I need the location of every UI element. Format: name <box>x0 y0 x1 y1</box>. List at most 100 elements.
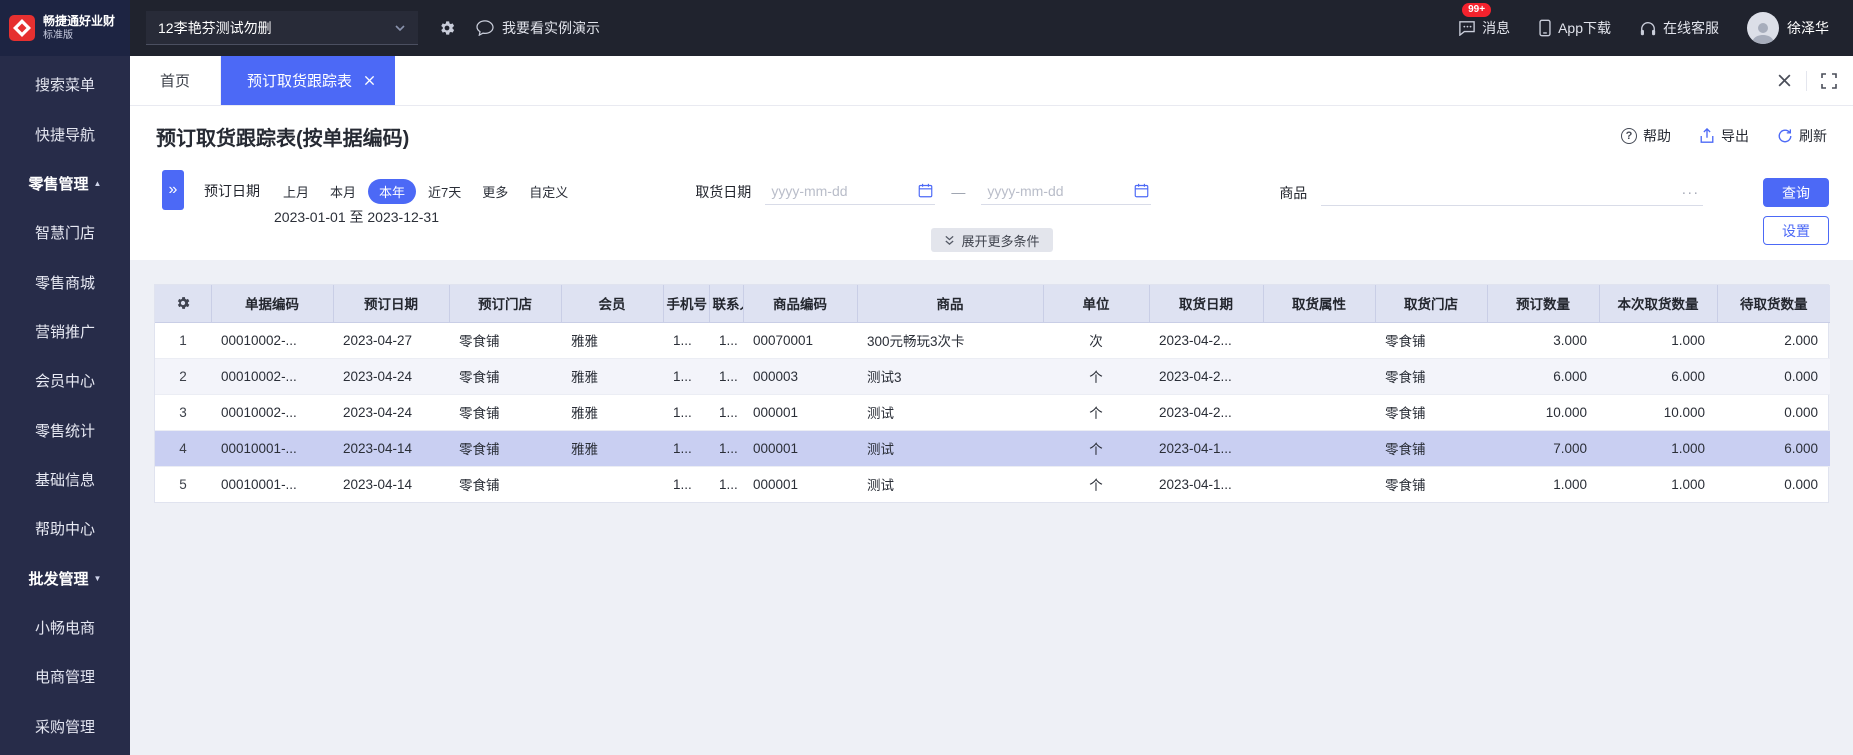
column-header[interactable]: 取货属性 <box>1263 285 1376 323</box>
cell: 1.000 <box>1599 322 1717 359</box>
fullscreen-icon[interactable] <box>1821 72 1837 89</box>
more-options-icon[interactable] <box>1681 184 1703 201</box>
cell: 2023-04-27 <box>333 322 449 359</box>
tab-close-icon[interactable] <box>364 75 375 86</box>
cell: 1... <box>709 322 743 359</box>
help-button[interactable]: 帮助 <box>1621 126 1671 146</box>
sidebar-item-批发管理[interactable]: 批发管理 ▼ <box>0 554 130 603</box>
brand-icon <box>9 15 35 41</box>
table-row[interactable]: 3 00010002-... 2023-04-24 零食铺 雅雅 1... 1... 0000… <box>155 394 1830 431</box>
user-menu[interactable]: 徐泽华 <box>1747 12 1829 44</box>
collapse-filters-button[interactable] <box>162 170 184 210</box>
sidebar-item-零售统计[interactable]: 零售统计 <box>0 406 130 455</box>
column-header[interactable]: 商品编码 <box>743 285 858 323</box>
sidebar-item-label: 零售管理 <box>28 175 89 193</box>
tab-home[interactable]: 首页 <box>130 56 222 105</box>
sidebar-item-label: 零售商城 <box>34 274 95 292</box>
avatar <box>1747 12 1779 44</box>
sidebar-item-快捷导航[interactable]: 快捷导航 <box>0 109 130 158</box>
cell: 1... <box>709 358 743 395</box>
column-header[interactable]: 本次取货数量 <box>1599 285 1718 323</box>
sidebar-item-label: 小畅电商 <box>34 620 95 638</box>
table-body: 1 00010002-... 2023-04-27 零食铺 雅雅 1... 1... 0007… <box>155 322 1830 502</box>
settings-button[interactable]: 设置 <box>1763 216 1829 245</box>
column-header[interactable]: 单据编码 <box>211 285 334 323</box>
quick-range-chip[interactable]: 上月 <box>274 179 318 204</box>
column-header[interactable]: 商品 <box>857 285 1044 323</box>
cell: 测试 <box>857 430 1043 467</box>
sidebar-item-营销推广[interactable]: 营销推广 <box>0 307 130 356</box>
sidebar-item-label: 采购管理 <box>34 718 95 736</box>
column-header[interactable]: 取货门店 <box>1375 285 1488 323</box>
sidebar-item-小畅电商[interactable]: 小畅电商 <box>0 603 130 652</box>
row-number: 4 <box>155 430 211 467</box>
sidebar-item-label: 基础信息 <box>34 472 95 490</box>
product-label: 商品 <box>1279 184 1308 201</box>
expand-more-conditions-button[interactable]: 展开更多条件 <box>930 228 1053 252</box>
sidebar-item-零售商城[interactable]: 零售商城 <box>0 257 130 306</box>
sidebar-item-采购管理[interactable]: 采购管理 <box>0 702 130 751</box>
search-button[interactable]: 查询 <box>1763 178 1829 207</box>
cell: 零食铺 <box>1375 322 1487 359</box>
phone-icon <box>1539 19 1551 37</box>
table-row[interactable]: 5 00010001-... 2023-04-14 零食铺 1... 1... 000001… <box>155 466 1830 502</box>
brand-name: 畅捷通好业财 <box>43 13 116 28</box>
column-header[interactable]: 会员 <box>561 285 664 323</box>
table-row[interactable]: 1 00010002-... 2023-04-27 零食铺 雅雅 1... 1... 0007… <box>155 322 1830 359</box>
table-row[interactable]: 2 00010002-... 2023-04-24 零食铺 雅雅 1... 1... 0000… <box>155 358 1830 395</box>
close-all-tabs-icon[interactable] <box>1777 73 1792 88</box>
cell: 00010002-... <box>211 322 333 359</box>
cell: 零食铺 <box>449 322 561 359</box>
quick-range-chip[interactable]: 近7天 <box>419 179 470 204</box>
quick-range-chip[interactable]: 更多 <box>473 179 517 204</box>
messages-button[interactable]: 99+ 消息 <box>1458 3 1510 38</box>
app-download-label: App下载 <box>1558 20 1611 36</box>
cell: 2023-04-14 <box>343 476 413 492</box>
column-header[interactable]: 待取货数量 <box>1717 285 1830 323</box>
sidebar-item-电商管理[interactable]: 电商管理 <box>0 652 130 701</box>
sidebar-item-搜索菜单[interactable]: 搜索菜单 <box>0 60 130 109</box>
cell: 10.000 <box>1599 394 1717 431</box>
pickup-date-start-input[interactable]: yyyy-mm-dd <box>765 180 936 205</box>
column-header[interactable]: 单位 <box>1043 285 1150 323</box>
expand-more-label: 展开更多条件 <box>961 233 1040 249</box>
online-service-button[interactable]: 在线客服 <box>1639 18 1719 38</box>
cell: 测试3 <box>857 358 1043 395</box>
sidebar-item-帮助中心[interactable]: 帮助中心 <box>0 504 130 553</box>
tabbar-right <box>1777 56 1853 105</box>
message-icon <box>1459 21 1475 36</box>
table-row[interactable]: 4 00010001-... 2023-04-14 零食铺 雅雅 1... 1... 0000… <box>155 430 1830 467</box>
column-header[interactable]: 预订日期 <box>333 285 450 323</box>
sidebar-item-会员中心[interactable]: 会员中心 <box>0 356 130 405</box>
column-header[interactable]: 联系人电话 <box>709 285 744 323</box>
tab-booking-report[interactable]: 预订取货跟踪表 <box>221 56 396 105</box>
cell: 00010001-... <box>211 430 333 467</box>
column-header[interactable]: 手机号 <box>663 285 710 323</box>
column-header[interactable]: 取货日期 <box>1149 285 1264 323</box>
sidebar-item-零售管理[interactable]: 零售管理 ▲ <box>0 159 130 208</box>
account-dropdown[interactable]: 12李艳芬测试勿删 <box>146 11 418 45</box>
product-input[interactable] <box>1321 179 1704 206</box>
quick-range-chip[interactable]: 自定义 <box>520 179 577 204</box>
quick-range-chip[interactable]: 本月 <box>321 179 365 204</box>
app-download-button[interactable]: App下载 <box>1538 18 1611 38</box>
cell: 000001 <box>753 476 799 492</box>
demo-link[interactable]: 我要看实例演示 <box>476 18 600 38</box>
cell: 1... <box>663 358 709 395</box>
settings-gear-icon[interactable] <box>438 19 456 37</box>
export-button[interactable]: 导出 <box>1699 126 1749 146</box>
sidebar-item-智慧门店[interactable]: 智慧门店 <box>0 208 130 257</box>
column-settings-button[interactable] <box>155 285 212 323</box>
sidebar-item-基础信息[interactable]: 基础信息 <box>0 455 130 504</box>
account-dropdown-value: 12李艳芬测试勿删 <box>158 19 272 36</box>
demo-link-label: 我要看实例演示 <box>502 20 600 36</box>
column-header[interactable]: 预订门店 <box>449 285 562 323</box>
chevron-down-icon: ▼ <box>93 573 102 583</box>
cell: 1... <box>673 476 692 492</box>
pickup-date-end-input[interactable]: yyyy-mm-dd <box>981 180 1152 205</box>
sidebar-item-label: 智慧门店 <box>34 225 95 243</box>
column-header[interactable]: 预订数量 <box>1487 285 1600 323</box>
cell: 1... <box>663 322 709 359</box>
refresh-button[interactable]: 刷新 <box>1777 126 1827 146</box>
quick-range-chip[interactable]: 本年 <box>368 178 417 204</box>
